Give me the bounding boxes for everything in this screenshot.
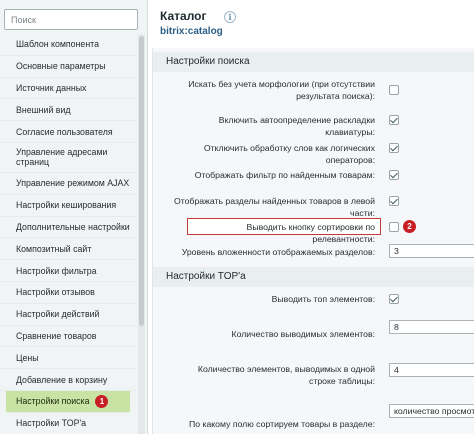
setting-label: Отображать разделы найденных товаров в л… (173, 196, 375, 218)
sidebar-item-main-params[interactable]: Основные параметры (0, 56, 136, 78)
setting-label: Выводить кнопку сортировки по релевантно… (246, 222, 375, 244)
elements-per-line-input[interactable]: 4 (389, 363, 474, 377)
sort-field-select[interactable]: количество просмотров (389, 404, 474, 418)
sidebar-section-list: Шаблон компонента Основные параметры Ист… (0, 34, 136, 434)
sidebar-item-ajax-mode[interactable]: Управление режимом AJAX (0, 173, 136, 195)
sidebar-item-appearance[interactable]: Внешний вид (0, 99, 136, 122)
sidebar-item-prices[interactable]: Цены (0, 347, 136, 370)
sidebar-item-label: Управление адресами страниц (16, 147, 108, 168)
sidebar-scrollbar-thumb[interactable] (139, 36, 144, 326)
sidebar-item-label: Добавление в корзину (16, 374, 108, 385)
component-title: Каталог (160, 9, 207, 23)
sidebar-search-input[interactable] (5, 10, 137, 29)
sidebar-item-cache-settings[interactable]: Настройки кеширования (0, 195, 136, 217)
step-badge: 2 (403, 220, 416, 233)
sidebar-item-label: Цены (16, 352, 39, 363)
info-icon[interactable]: i (224, 11, 236, 23)
keyboard-layout-checkbox[interactable] (389, 115, 399, 125)
sidebar-item-label: Источник данных (16, 82, 87, 93)
sidebar-item-component-template[interactable]: Шаблон компонента (0, 34, 136, 56)
sidebar-item-label: Сравнение товаров (16, 330, 97, 341)
sidebar-item-label: Настройки TOP'а (16, 418, 87, 429)
sidebar-scrollbar[interactable] (138, 34, 145, 434)
step-badge: 1 (95, 394, 109, 408)
sections-left-checkbox[interactable] (389, 196, 399, 206)
sidebar-item-label: Основные параметры (16, 61, 106, 72)
sidebar-item-label: Согласие пользователя (16, 126, 113, 137)
section-header-top: Настройки TOP'а (153, 267, 474, 287)
sidebar-item-user-consent[interactable]: Согласие пользователя (0, 121, 136, 143)
settings-panel: Настройки поиска Искать без учета морфол… (152, 48, 474, 434)
setting-label: Уровень вложенности отображаемых раздело… (181, 247, 375, 257)
sidebar-item-label: Настройки кеширования (16, 200, 117, 211)
sidebar-item-label: Шаблон компонента (16, 39, 99, 50)
sidebar-item-data-source[interactable]: Источник данных (0, 78, 136, 100)
settings-sidebar: Шаблон компонента Основные параметры Ист… (0, 0, 148, 434)
sidebar-item-label: Настройки поиска (16, 396, 90, 407)
sidebar-item-label: Внешний вид (16, 104, 71, 115)
setting-label: Количество выводимых элементов: (231, 329, 375, 339)
setting-label: Включить автоопределение раскладки клави… (218, 115, 375, 137)
filter-found-checkbox[interactable] (389, 170, 399, 180)
show-top-checkbox[interactable] (389, 294, 399, 304)
setting-label: По какому полю сортируем товары в раздел… (188, 419, 375, 429)
setting-label: Количество элементов, выводимых в одной … (197, 364, 375, 386)
sidebar-item-product-compare[interactable]: Сравнение товаров (0, 326, 136, 348)
section-header-search: Настройки поиска (153, 52, 474, 72)
sidebar-item-label: Управление режимом AJAX (16, 178, 130, 189)
sidebar-item-add-to-cart[interactable]: Добавление в корзину (0, 369, 136, 391)
sidebar-item-label: Настройки действий (16, 309, 100, 320)
sidebar-item-filter-settings[interactable]: Настройки фильтра (0, 260, 136, 282)
sidebar-item-page-addresses[interactable]: Управление адресами страниц (0, 143, 136, 173)
section-depth-input[interactable]: 3 (389, 244, 474, 258)
component-code: bitrix:catalog (160, 26, 223, 37)
sidebar-item-review-settings[interactable]: Настройки отзывов (0, 282, 136, 304)
sidebar-item-label: Настройки фильтра (16, 265, 97, 276)
sidebar-search-box[interactable] (4, 9, 138, 30)
setting-label: Искать без учета морфологии (при отсутст… (188, 79, 375, 101)
no-morphology-checkbox[interactable] (389, 85, 399, 95)
sidebar-item-label: Настройки отзывов (16, 287, 95, 298)
sidebar-item-action-settings[interactable]: Настройки действий (0, 304, 136, 326)
sidebar-item-top-settings[interactable]: Настройки TOP'а (0, 413, 136, 434)
logic-operators-checkbox[interactable] (389, 143, 399, 153)
sidebar-item-search-settings[interactable]: Настройки поиска 1 (6, 390, 130, 413)
sidebar-item-label: Дополнительные настройки (16, 221, 130, 232)
sidebar-item-label: Композитный сайт (16, 243, 92, 254)
element-count-input[interactable]: 8 (389, 320, 474, 334)
setting-label: Отключить обработку слов как логических … (203, 143, 375, 165)
sidebar-item-additional-settings[interactable]: Дополнительные настройки (0, 217, 136, 239)
setting-label: Выводить топ элементов: (271, 294, 375, 304)
relevance-sort-checkbox[interactable] (389, 222, 399, 232)
setting-label: Отображать фильтр по найденным товарам: (194, 170, 375, 180)
sidebar-item-composite-site[interactable]: Композитный сайт (0, 238, 136, 261)
